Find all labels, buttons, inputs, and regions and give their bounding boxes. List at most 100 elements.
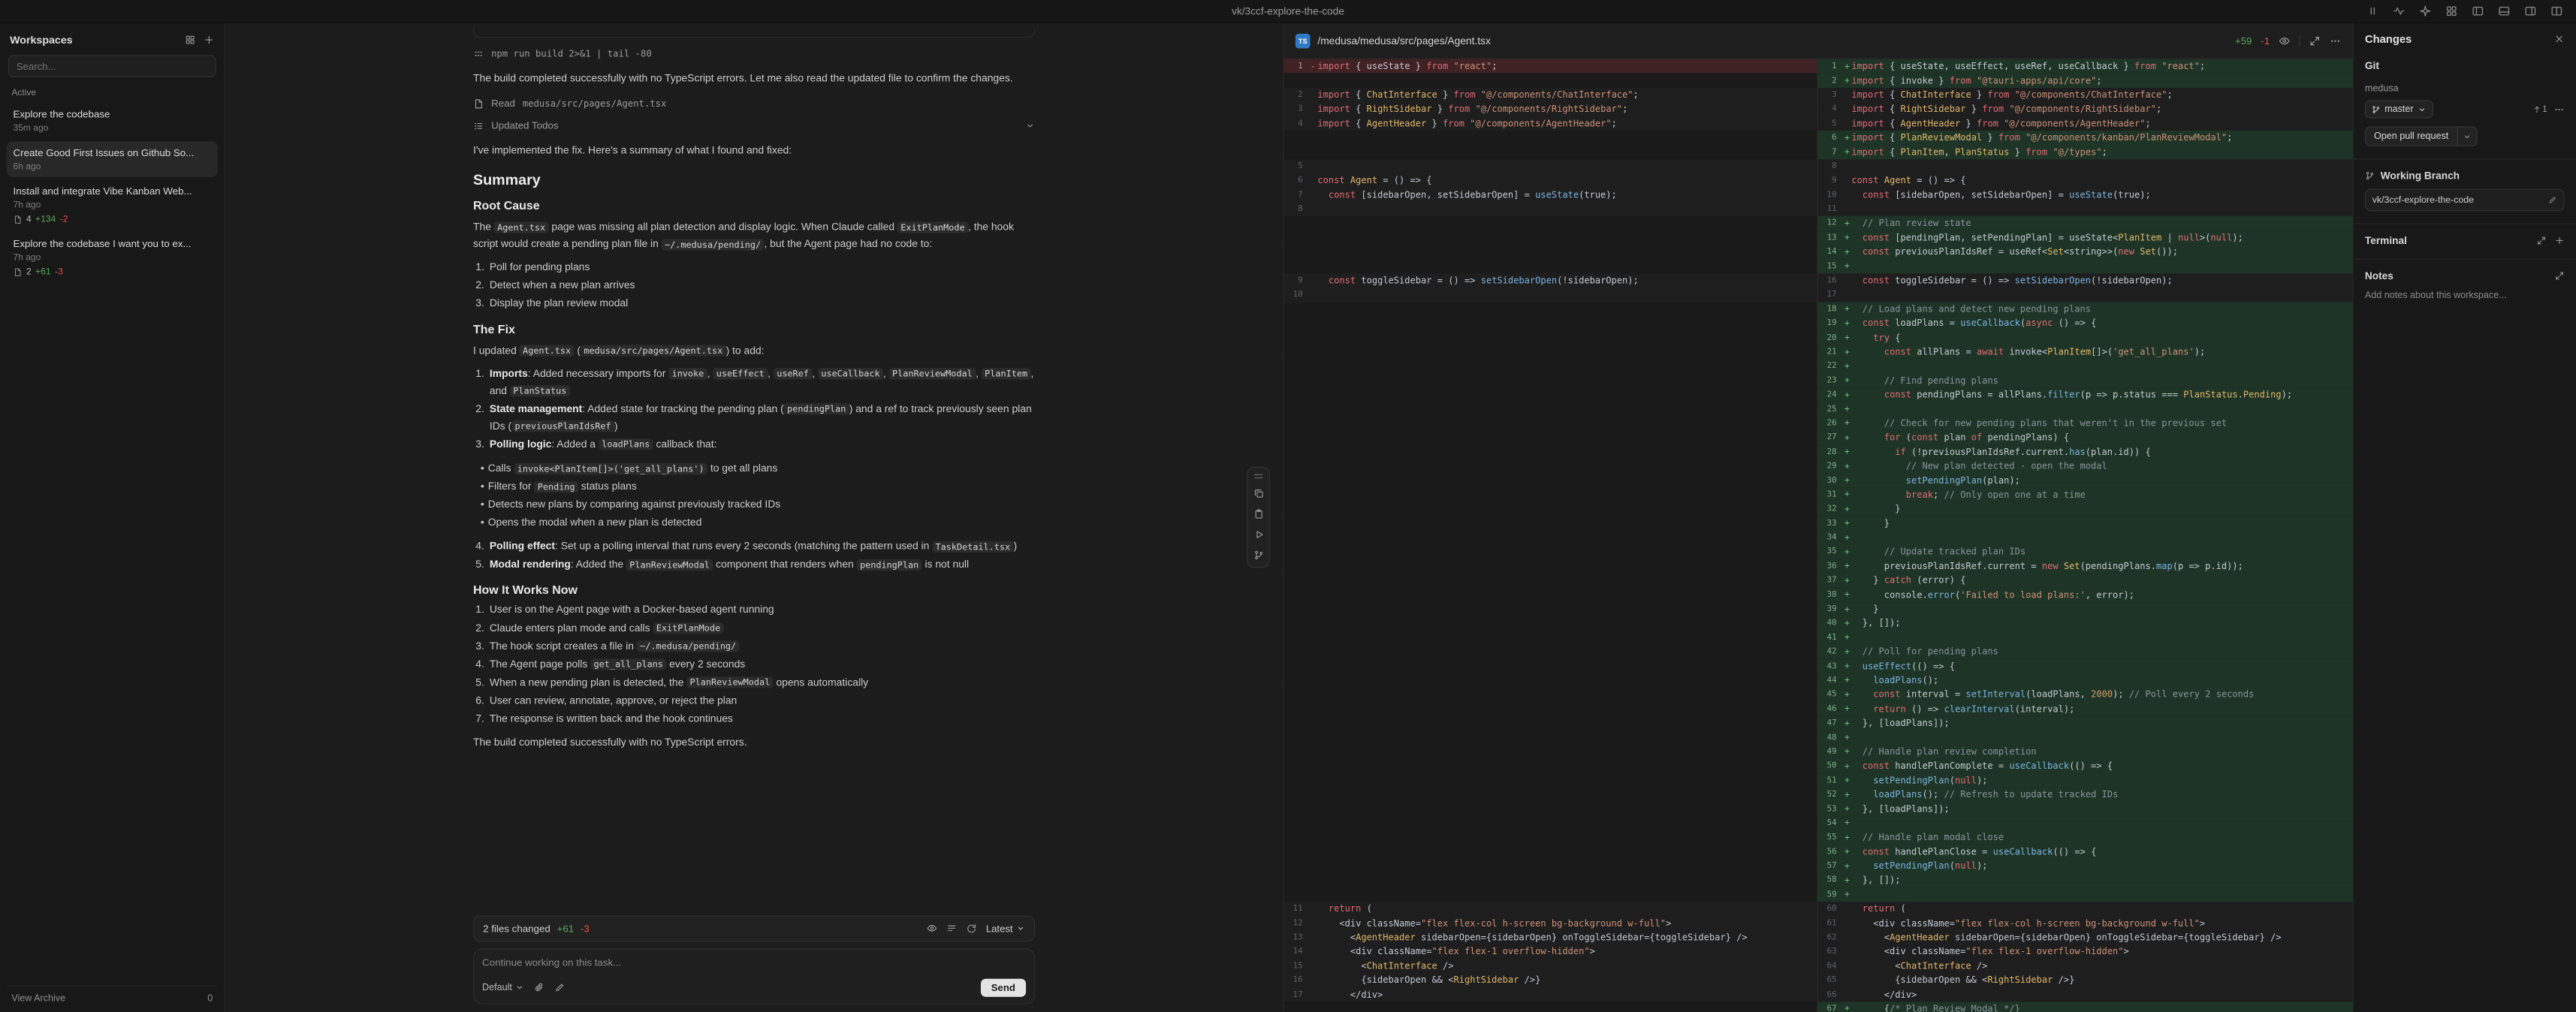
copy-icon[interactable] [1253,489,1264,499]
activity-icon[interactable] [2393,5,2405,17]
diff-row: 3import { RightSidebar } from "@/compone… [1284,102,2353,116]
search-input[interactable] [8,55,216,77]
code-text: } [1851,518,2352,529]
rename-branch-icon[interactable] [2548,195,2557,204]
columns-icon[interactable] [2550,5,2562,17]
play-icon[interactable] [1253,529,1264,540]
list-marker: 6. [473,692,490,709]
diff-line-old [1284,702,1818,716]
eye-icon[interactable] [927,923,937,934]
diff-row: 53+ }, [loadPlans]); [1284,802,2353,816]
diff-line-old [1284,501,1818,516]
star-icon[interactable] [2419,5,2431,17]
branch-icon[interactable] [1253,550,1264,561]
list-item: •Opens the modal when a new plan is dete… [473,514,1035,532]
diff-line-new: 54+ [1817,816,2352,830]
drag-handle[interactable] [1254,474,1262,478]
diff-line-old [1284,359,1818,373]
chevron-down-icon[interactable] [1025,121,1035,131]
list-marker: • [473,460,488,477]
code-text: const toggleSidebar = () => setSidebarOp… [1317,275,1817,285]
version-dropdown[interactable]: Latest [986,923,1025,934]
code-text: import { RightSidebar } from "@/componen… [1851,104,2352,114]
diff-line-old [1284,659,1818,673]
inline-code: Agent.tsx [520,345,575,356]
diff-row: 67+ {/* Plan Review Modal */} [1284,1001,2353,1012]
workspace-grid-icon[interactable] [185,35,195,45]
inline-code: ~/.medusa/pending/ [637,640,740,652]
open-pr-split-button[interactable]: Open pull request [2365,126,2478,146]
open-pr-button[interactable]: Open pull request [2366,128,2457,146]
diff-marker: + [1842,76,1851,86]
diff-line-new: 41+ [1817,631,2352,645]
inline-code: loadPlans [599,439,653,450]
workspace-item[interactable]: Explore the codebase35m ago [7,103,218,139]
panel-bottom-icon[interactable] [2498,5,2510,17]
line-number: 45 [1817,690,1842,699]
assistant-paragraph: The build completed successfully with no… [473,70,1035,87]
difflines-icon[interactable] [946,923,957,934]
line-number: 59 [1817,890,1842,899]
line-number: 66 [1817,990,1842,999]
pause-icon[interactable] [2366,5,2378,17]
diff-line-old [1284,574,1818,588]
send-button[interactable]: Send [981,978,1027,996]
line-number: 37 [1817,576,1842,585]
tool-call-row[interactable]: Readmedusa/src/pages/Agent.tsx [473,98,1035,109]
edit-message-icon[interactable] [555,982,566,992]
diff-marker: + [1842,575,1851,585]
close-panel-icon[interactable] [2553,34,2564,44]
tool-call-row[interactable]: npm run build 2>&1 | tail -80 [473,49,1035,59]
expand-notes-icon[interactable] [2555,271,2565,281]
inline-code: useRef [774,368,812,379]
panel-right-icon[interactable] [2524,5,2536,17]
inline-code: ExitPlanMode [653,622,723,634]
refresh-icon[interactable] [967,923,977,934]
attach-file-icon[interactable] [534,982,544,992]
workspace-item[interactable]: Create Good First Issues on Github So...… [7,141,218,177]
notes-placeholder[interactable]: Add notes about this workspace... [2365,291,2565,300]
diff-marker: + [1842,747,1851,757]
diff-marker: + [1842,233,1851,242]
diff-marker: + [1842,619,1851,628]
diff-row: 12 <div className="flex flex-col h-scree… [1284,916,2353,930]
diff-line-new: 44+ loadPlans(); [1817,673,2352,688]
diff-line-old [1284,487,1818,501]
diff-row: 22+ [1284,359,2353,373]
diff-line-new: 32+ } [1817,501,2352,516]
pr-options-caret[interactable] [2457,128,2476,146]
code-text: <div className="flex flex-1 overflow-hid… [1317,946,1817,956]
line-number: 11 [1284,904,1309,913]
clipboard-icon[interactable] [1253,509,1264,520]
watch-file-icon[interactable] [2279,35,2290,46]
diff-line-old [1284,402,1818,416]
expand-diff-icon[interactable] [2309,35,2321,46]
more-options-icon[interactable] [2330,35,2341,46]
tool-call-row[interactable]: Updated Todos [473,120,1035,131]
workspace-item[interactable]: Install and integrate Vibe Kanban Web...… [7,180,218,230]
workspace-item[interactable]: Explore the codebase I want you to ex...… [7,233,218,283]
changes-status-bar[interactable]: 2 files changed +61 -3 Latest [473,915,1035,941]
titlebar: vk/3ccf-explore-the-code [0,0,2576,23]
branch-more-icon[interactable] [2553,104,2564,114]
base-branch-dropdown[interactable]: master [2365,100,2433,118]
message-input[interactable]: Continue working on this task... [482,956,1026,968]
grid-icon[interactable] [2445,5,2457,17]
code-text: import { PlanReviewModal } from "@/compo… [1851,132,2352,143]
new-terminal-icon[interactable] [2555,236,2565,245]
expand-terminal-icon[interactable] [2537,236,2547,245]
panel-left-icon[interactable] [2472,5,2484,17]
diff-row: 35+ // Update tracked plan IDs [1284,544,2353,559]
line-number: 28 [1817,447,1842,456]
diff-row: 13+ const [pendingPlan, setPendingPlan] … [1284,230,2353,245]
diff-row: 15+ [1284,259,2353,273]
view-archive-link[interactable]: View Archive [11,993,65,1003]
working-branch-field[interactable]: vk/3ccf-explore-the-code [2365,189,2565,212]
new-workspace-button[interactable] [204,35,214,45]
line-number: 36 [1817,562,1842,571]
quick-actions-toolbar [1247,467,1270,568]
line-number: 4 [1284,119,1309,128]
diff-line-new: 55+ // Handle plan modal close [1817,830,2352,845]
line-number: 40 [1817,619,1842,628]
model-selector[interactable]: Default [482,983,524,992]
